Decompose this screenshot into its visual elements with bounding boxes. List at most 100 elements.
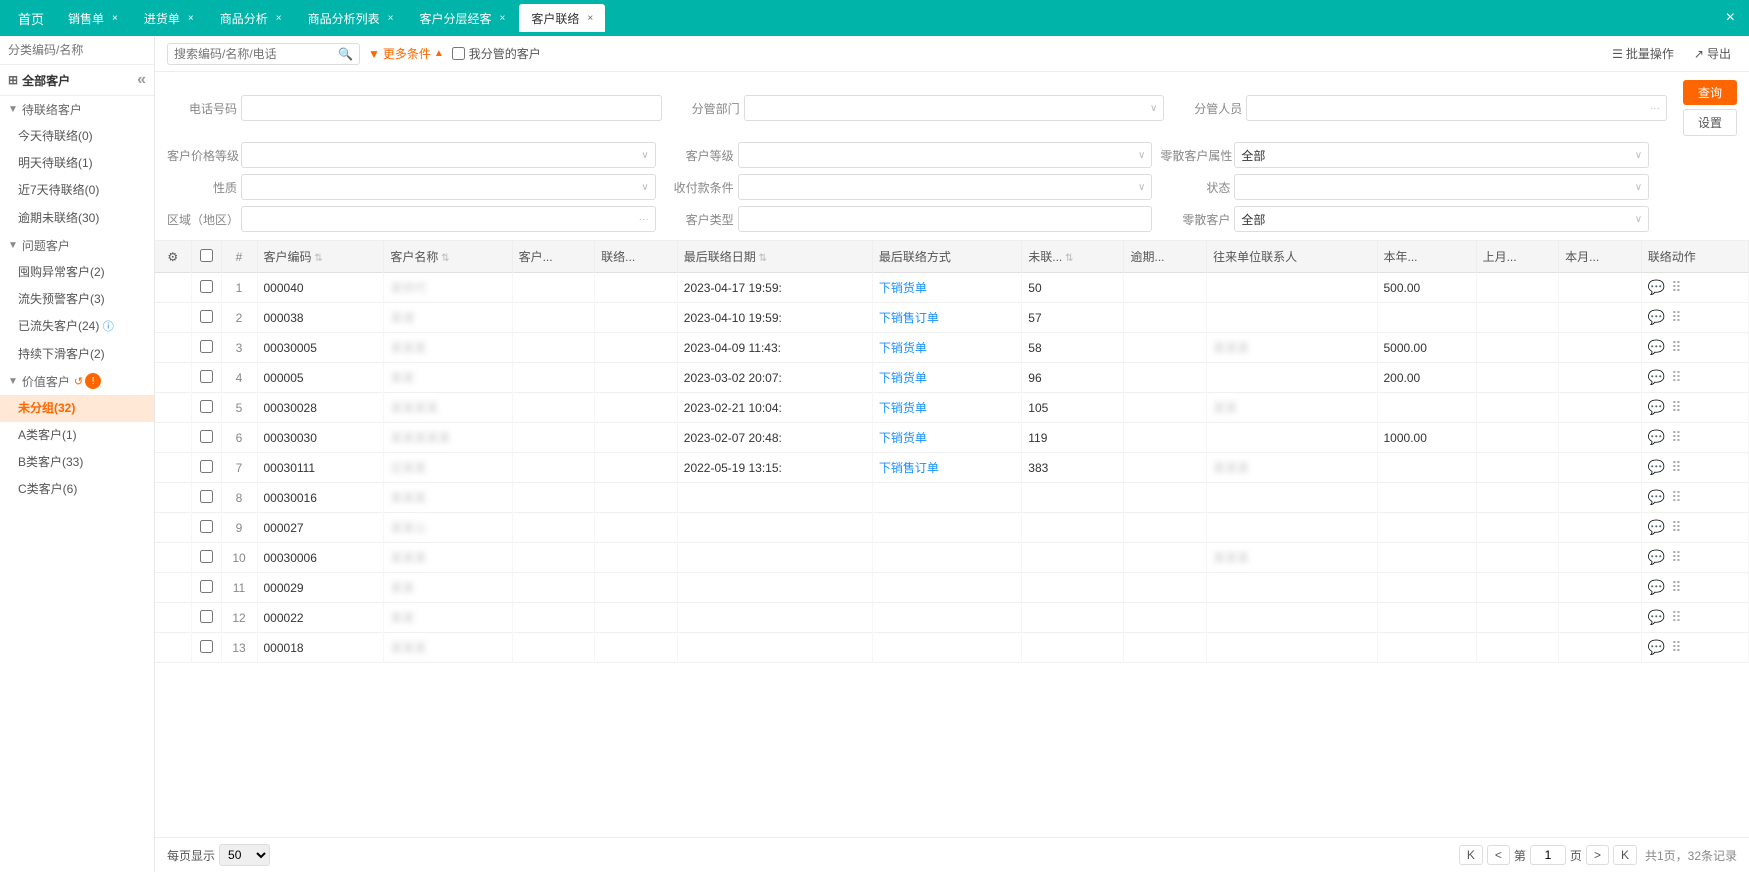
nav-tab-product-analysis-list[interactable]: 商品分析列表 × — [296, 4, 406, 32]
sidebar-item-abnormal[interactable]: 囤购异常客户(2) — [0, 259, 154, 286]
nav-tab-customer-segment[interactable]: 客户分层经客 × — [407, 4, 517, 32]
message-icon[interactable]: 💬 — [1648, 279, 1665, 296]
manager-input[interactable]: ··· — [1246, 95, 1667, 121]
row-checkbox-cell[interactable] — [191, 333, 221, 363]
row-checkbox[interactable] — [200, 400, 213, 413]
more-conditions-btn[interactable]: ▼ 更多条件 ▲ — [368, 45, 444, 62]
message-icon[interactable]: 💬 — [1648, 519, 1665, 536]
sidebar-item-7days[interactable]: 近7天待联络(0) — [0, 177, 154, 204]
message-icon[interactable]: 💬 — [1648, 489, 1665, 506]
export-btn[interactable]: ↗ 导出 — [1688, 42, 1737, 65]
row-checkbox[interactable] — [200, 340, 213, 353]
row-checkbox[interactable] — [200, 550, 213, 563]
sidebar-group-pending[interactable]: ▼ 待联络客户 — [0, 96, 154, 123]
dept-input[interactable]: ∨ — [744, 95, 1165, 121]
reset-button[interactable]: 设置 — [1683, 109, 1737, 136]
row-checkbox-cell[interactable] — [191, 603, 221, 633]
next-page-btn[interactable]: > — [1586, 845, 1609, 865]
close-customer-contact-tab[interactable]: × — [587, 13, 593, 24]
row-checkbox[interactable] — [200, 520, 213, 533]
payment-input[interactable]: ∨ — [738, 174, 1153, 200]
message-icon[interactable]: 💬 — [1648, 609, 1665, 626]
region-input[interactable]: ··· — [241, 206, 656, 232]
status-input[interactable]: ∨ — [1234, 174, 1649, 200]
customer-type-input[interactable] — [738, 206, 1153, 232]
message-icon[interactable]: 💬 — [1648, 459, 1665, 476]
select-all-checkbox[interactable] — [200, 249, 213, 262]
message-icon[interactable]: 💬 — [1648, 339, 1665, 356]
close-sales-tab[interactable]: × — [112, 13, 118, 24]
window-close-button[interactable]: × — [1720, 9, 1741, 27]
refresh-icon[interactable]: ↺ — [74, 375, 83, 388]
close-customer-segment-tab[interactable]: × — [499, 13, 505, 24]
retail-customer-input[interactable]: 全部∨ — [1234, 206, 1649, 232]
row-checkbox[interactable] — [200, 310, 213, 323]
more-action-icon[interactable]: ⠿ — [1671, 579, 1681, 596]
select-all-header[interactable] — [191, 241, 221, 273]
contact-method-link[interactable]: 下销货单 — [879, 431, 927, 445]
sidebar-item-churn-warning[interactable]: 流失预警客户(3) — [0, 286, 154, 313]
name-column-header[interactable]: 客户名称 — [384, 241, 512, 273]
row-checkbox-cell[interactable] — [191, 393, 221, 423]
all-customers-header[interactable]: ⊞ 全部客户 « — [0, 65, 154, 96]
row-checkbox[interactable] — [200, 430, 213, 443]
sidebar-item-class-a[interactable]: A类客户(1) — [0, 422, 154, 449]
row-checkbox[interactable] — [200, 640, 213, 653]
row-checkbox-cell[interactable] — [191, 363, 221, 393]
nature-input[interactable]: ∨ — [241, 174, 656, 200]
contact-method-link[interactable]: 下销售订单 — [879, 461, 939, 475]
nav-tab-customer-contact[interactable]: 客户联络 × — [519, 4, 605, 32]
row-checkbox-cell[interactable] — [191, 273, 221, 303]
row-checkbox[interactable] — [200, 610, 213, 623]
more-action-icon[interactable]: ⠿ — [1671, 459, 1681, 476]
more-action-icon[interactable]: ⠿ — [1671, 549, 1681, 566]
nav-tab-purchase[interactable]: 进货单 × — [132, 4, 206, 32]
contact-method-link[interactable]: 下销货单 — [879, 371, 927, 385]
row-checkbox[interactable] — [200, 280, 213, 293]
contact-method-link[interactable]: 下销售订单 — [879, 311, 939, 325]
sidebar-item-overdue[interactable]: 逾期未联络(30) — [0, 205, 154, 232]
message-icon[interactable]: 💬 — [1648, 369, 1665, 386]
more-action-icon[interactable]: ⠿ — [1671, 369, 1681, 386]
message-icon[interactable]: 💬 — [1648, 429, 1665, 446]
last-contact-date-header[interactable]: 最后联络日期 — [677, 241, 872, 273]
more-action-icon[interactable]: ⠿ — [1671, 609, 1681, 626]
query-button[interactable]: 查询 — [1683, 80, 1737, 105]
my-customers-checkbox[interactable] — [452, 47, 465, 60]
my-customers-filter[interactable]: 我分管的客户 — [452, 45, 541, 62]
search-input[interactable] — [174, 47, 334, 61]
sidebar-item-class-c[interactable]: C类客户(6) — [0, 476, 154, 503]
more-action-icon[interactable]: ⠿ — [1671, 429, 1681, 446]
more-action-icon[interactable]: ⠿ — [1671, 489, 1681, 506]
sidebar-group-problem[interactable]: ▼ 问题客户 — [0, 232, 154, 259]
message-icon[interactable]: 💬 — [1648, 579, 1665, 596]
sidebar-item-today[interactable]: 今天待联络(0) — [0, 123, 154, 150]
sidebar-collapse-btn[interactable]: « — [137, 71, 146, 89]
close-product-analysis-list-tab[interactable]: × — [388, 13, 394, 24]
not-contacted-header[interactable]: 未联... — [1022, 241, 1124, 273]
sidebar-item-tomorrow[interactable]: 明天待联络(1) — [0, 150, 154, 177]
row-checkbox-cell[interactable] — [191, 453, 221, 483]
more-action-icon[interactable]: ⠿ — [1671, 279, 1681, 296]
nav-tab-home[interactable]: 首页 — [8, 9, 54, 28]
more-action-icon[interactable]: ⠿ — [1671, 639, 1681, 656]
first-page-btn[interactable]: K — [1459, 845, 1483, 865]
message-icon[interactable]: 💬 — [1648, 549, 1665, 566]
prev-page-btn[interactable]: < — [1487, 845, 1510, 865]
customer-level-input[interactable]: ∨ — [738, 142, 1153, 168]
more-action-icon[interactable]: ⠿ — [1671, 399, 1681, 416]
more-action-icon[interactable]: ⠿ — [1671, 339, 1681, 356]
row-checkbox-cell[interactable] — [191, 513, 221, 543]
sidebar-item-declining[interactable]: 持续下滑客户(2) — [0, 341, 154, 368]
settings-column-header[interactable]: ⚙ — [155, 241, 191, 273]
row-checkbox-cell[interactable] — [191, 543, 221, 573]
message-icon[interactable]: 💬 — [1648, 639, 1665, 656]
row-checkbox-cell[interactable] — [191, 303, 221, 333]
row-checkbox-cell[interactable] — [191, 573, 221, 603]
code-column-header[interactable]: 客户编码 — [257, 241, 384, 273]
retail-attr-input[interactable]: 全部∨ — [1234, 142, 1649, 168]
row-checkbox[interactable] — [200, 580, 213, 593]
message-icon[interactable]: 💬 — [1648, 309, 1665, 326]
sidebar-item-churned[interactable]: 已流失客户(24) ⓘ — [0, 313, 154, 341]
close-purchase-tab[interactable]: × — [188, 13, 194, 24]
